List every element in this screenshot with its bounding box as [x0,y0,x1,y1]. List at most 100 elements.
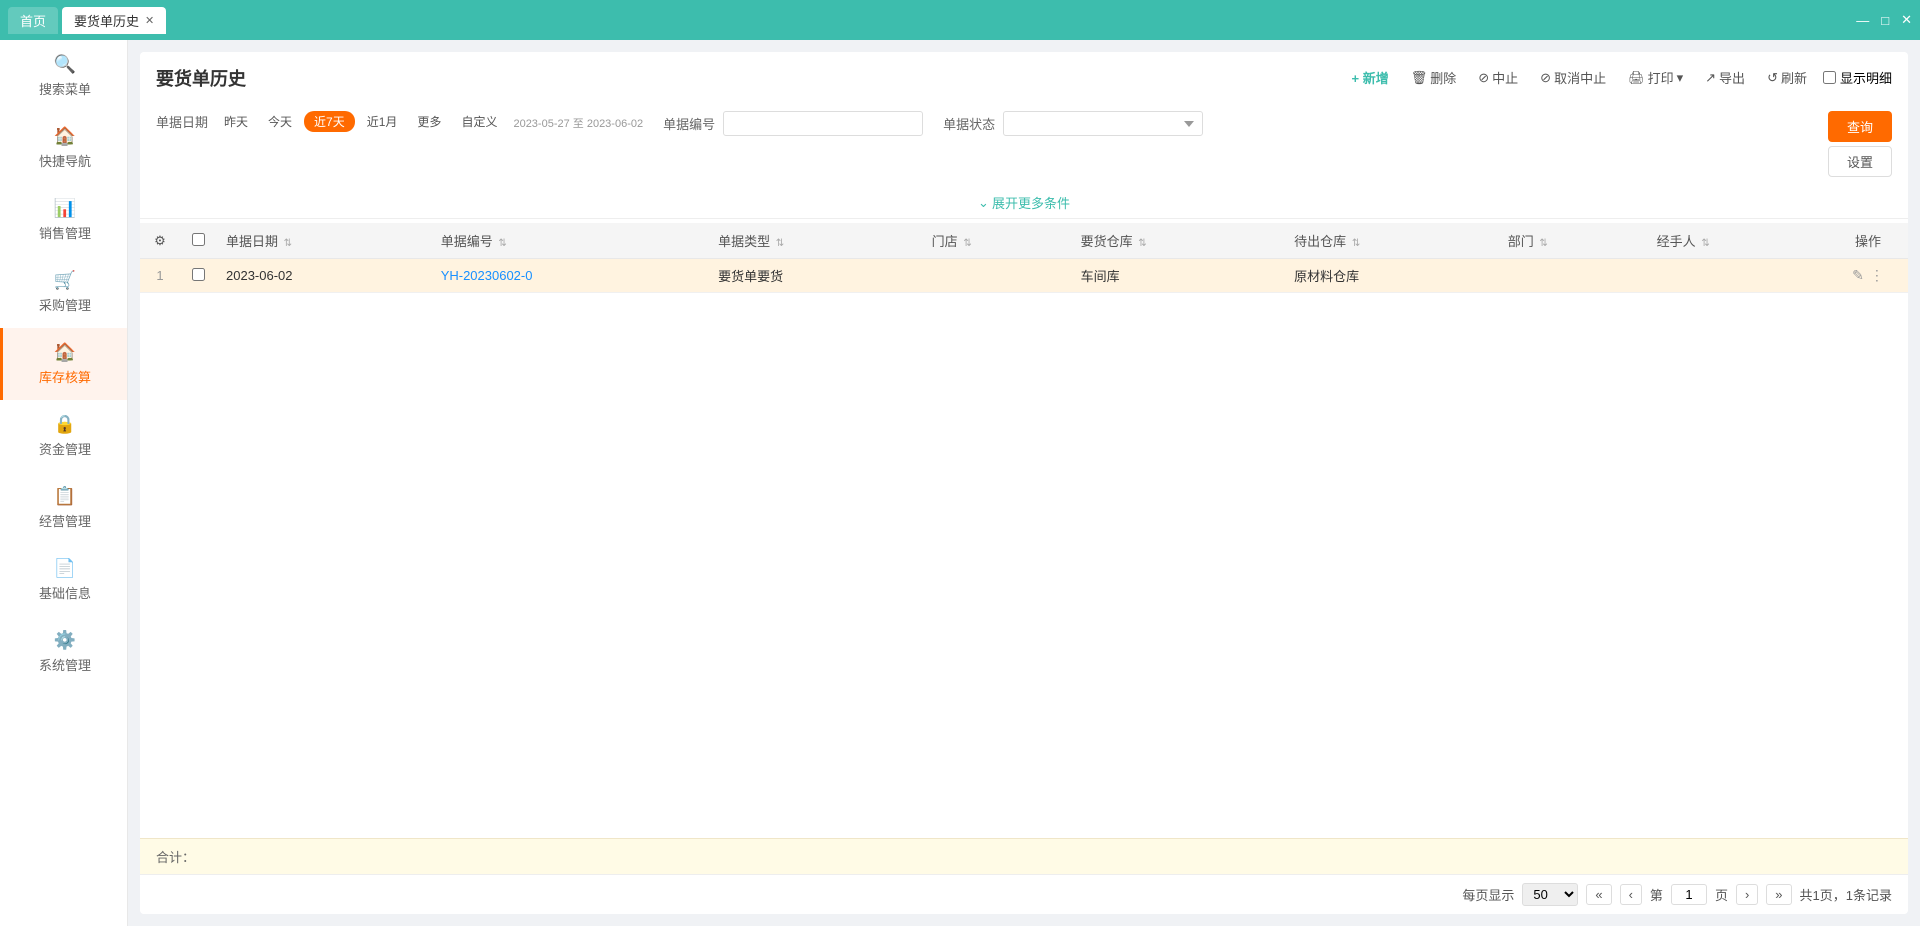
home-tab-label: 首页 [20,11,46,30]
select-all-checkbox[interactable] [192,233,205,246]
refresh-icon: ↺ [1767,70,1778,86]
refresh-button[interactable]: ↺ 刷新 [1761,64,1813,91]
th-type[interactable]: 单据类型 ⇅ [708,223,922,259]
last1month-btn[interactable]: 近1月 [359,111,406,132]
row-req-warehouse: 车间库 [1071,259,1285,293]
cancel-stop-icon: ⊘ [1540,70,1551,86]
th-handler[interactable]: 经手人 ⇅ [1647,223,1828,259]
prev-page-btn[interactable]: ‹ [1620,884,1642,905]
export-button[interactable]: ↗ 导出 [1699,64,1751,91]
tab-home[interactable]: 首页 [8,7,58,34]
data-table: ⚙ 单据日期 ⇅ 单据编号 ⇅ [140,223,1908,293]
th-date[interactable]: 单据日期 ⇅ [216,223,431,259]
sort-type-icon: ⇅ [776,238,784,249]
row-dept [1498,259,1647,293]
th-store[interactable]: 门店 ⇅ [922,223,1071,259]
th-number[interactable]: 单据编号 ⇅ [431,223,708,259]
sidebar-item-label: 基础信息 [39,583,91,602]
delete-button[interactable]: 🗑 删除 [1405,64,1463,91]
sidebar-item-inventory[interactable]: 🏠 库存核算 [0,328,127,400]
sort-date-icon: ⇅ [284,238,292,249]
tab-order-history[interactable]: 要货单历史 ✕ [62,7,166,34]
sidebar-item-label: 快捷导航 [39,151,91,170]
show-detail-checkbox[interactable] [1823,71,1836,84]
pagination-bar: 每页显示 50 10 20 100 « ‹ 第 页 › » 共1页，1条记录 [140,874,1908,914]
quick-nav-icon: 🏠 [54,126,76,147]
expand-more-label: 展开更多条件 [992,193,1070,212]
sidebar-item-label: 系统管理 [39,655,91,674]
table-header: ⚙ 单据日期 ⇅ 单据编号 ⇅ [140,223,1908,259]
stop-icon: ⊘ [1478,70,1489,86]
close-icon[interactable]: ✕ [1901,12,1912,28]
doc-number-label: 单据编号 [663,114,715,133]
status-select[interactable] [1003,111,1203,136]
total-info: 共1页，1条记录 [1800,885,1892,904]
finance-icon: 🔒 [54,414,76,435]
date-filter-group: 单据日期 昨天 今天 近7天 近1月 更多 自定义 2023-05-27 至 2… [156,111,643,132]
today-btn[interactable]: 今天 [260,111,300,132]
th-gear[interactable]: ⚙ [140,223,180,259]
next-page-btn[interactable]: › [1736,884,1758,905]
last7days-btn[interactable]: 近7天 [304,111,355,132]
th-req-warehouse[interactable]: 要货仓库 ⇅ [1071,223,1285,259]
top-bar: 首页 要货单历史 ✕ — □ ✕ [0,0,1920,40]
row-checkbox[interactable] [192,268,205,281]
page-title: 要货单历史 [156,65,246,91]
page-number-input[interactable] [1671,884,1707,905]
expand-more-button[interactable]: ⌄ 展开更多条件 [140,187,1908,218]
table-body: 1 2023-06-02 YH-20230602-0 要货单要货 车间库 原材料… [140,259,1908,293]
more-btn[interactable]: 更多 [409,111,449,132]
custom-btn[interactable]: 自定义 [453,111,505,132]
more-op-icon[interactable]: ⋮ [1870,267,1884,284]
doc-number-input[interactable] [723,111,923,136]
sidebar-item-quick-nav[interactable]: 🏠 快捷导航 [0,112,127,184]
settings-button[interactable]: 设置 [1828,146,1892,177]
sidebar-item-purchase[interactable]: 🛒 采购管理 [0,256,127,328]
first-page-btn[interactable]: « [1586,884,1611,905]
delete-icon: 🗑 [1411,70,1428,86]
th-pending-warehouse[interactable]: 待出仓库 ⇅ [1284,223,1498,259]
print-button[interactable]: 🖨 打印 ▾ [1622,64,1689,91]
sort-number-icon: ⇅ [498,238,506,249]
new-button[interactable]: + 新增 [1345,64,1394,91]
row-operation: ✎ ⋮ [1828,259,1908,293]
basic-info-icon: 📄 [54,558,76,579]
page-suffix: 页 [1715,885,1728,904]
per-page-label: 每页显示 [1462,885,1514,904]
export-icon: ↗ [1705,70,1716,86]
row-date: 2023-06-02 [216,259,431,293]
sidebar-item-basic-info[interactable]: 📄 基础信息 [0,544,127,616]
cancel-stop-button[interactable]: ⊘ 取消中止 [1534,64,1612,91]
page-header: 要货单历史 + 新增 🗑 删除 ⊘ 中止 ⊘ 取消中止 [140,52,1908,101]
minimize-icon[interactable]: — [1856,13,1869,28]
row-store [922,259,1071,293]
last-page-btn[interactable]: » [1766,884,1791,905]
page-label: 第 [1650,885,1663,904]
tab-close-icon[interactable]: ✕ [145,14,154,27]
doc-link[interactable]: YH-20230602-0 [441,268,533,283]
system-icon: ⚙️ [54,630,76,651]
sidebar-item-system[interactable]: ⚙️ 系统管理 [0,616,127,688]
per-page-select[interactable]: 50 10 20 100 [1522,883,1578,906]
row-number: YH-20230602-0 [431,259,708,293]
sidebar-item-sales[interactable]: 📊 销售管理 [0,184,127,256]
date-range-buttons: 昨天 今天 近7天 近1月 更多 自定义 [216,111,505,132]
sidebar-item-finance[interactable]: 🔒 资金管理 [0,400,127,472]
maximize-icon[interactable]: □ [1881,13,1889,28]
th-dept[interactable]: 部门 ⇅ [1498,223,1647,259]
edit-icon[interactable]: ✎ [1852,267,1864,284]
filter-section: 单据日期 昨天 今天 近7天 近1月 更多 自定义 2023-05-27 至 2… [140,101,1908,219]
query-button[interactable]: 查询 [1828,111,1892,142]
sidebar-item-operations[interactable]: 📋 经营管理 [0,472,127,544]
yesterday-btn[interactable]: 昨天 [216,111,256,132]
show-detail-label: 显示明细 [1840,68,1892,87]
toolbar: + 新增 🗑 删除 ⊘ 中止 ⊘ 取消中止 [1345,64,1892,91]
search-menu-icon: 🔍 [54,54,76,75]
row-pending-warehouse: 原材料仓库 [1284,259,1498,293]
sidebar-item-search-menu[interactable]: 🔍 搜索菜单 [0,40,127,112]
table-container: ⚙ 单据日期 ⇅ 单据编号 ⇅ [140,223,1908,838]
filter-actions: 查询 设置 [1828,111,1892,177]
show-detail-checkbox-label[interactable]: 显示明细 [1823,68,1892,87]
print-icon: 🖨 [1628,70,1645,86]
stop-button[interactable]: ⊘ 中止 [1472,64,1524,91]
